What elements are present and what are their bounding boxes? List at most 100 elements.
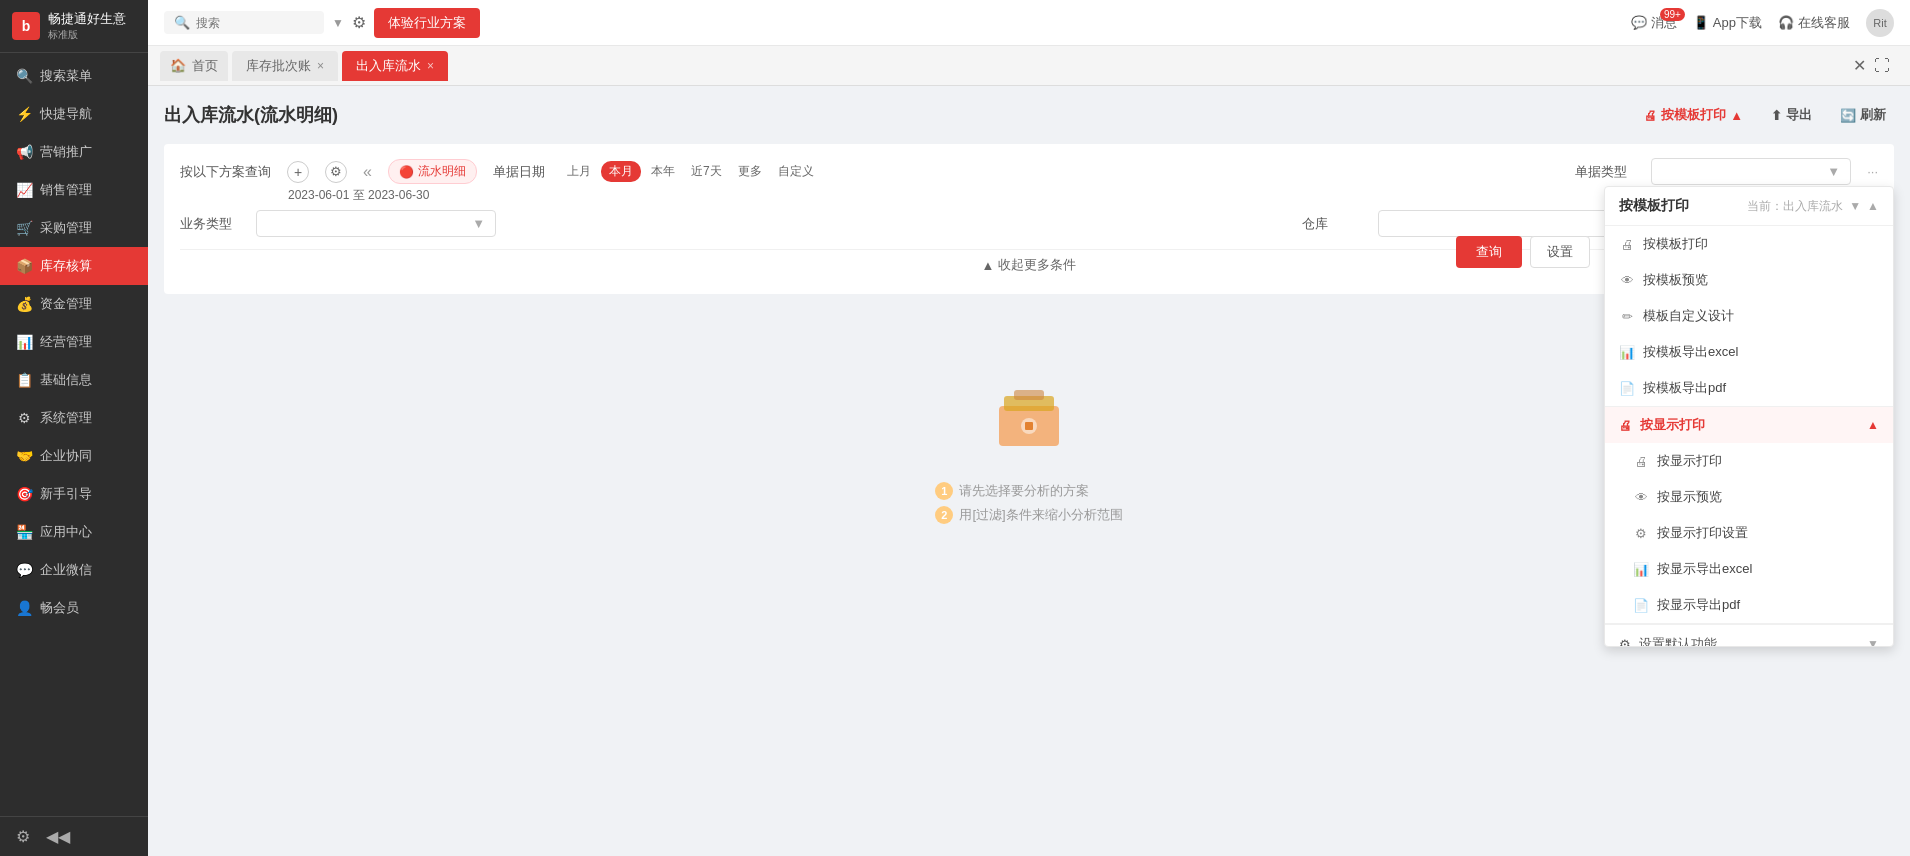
date-btn-last-month[interactable]: 上月 — [561, 161, 597, 182]
template-export-excel-item[interactable]: 📊 按模板导出excel — [1605, 334, 1893, 370]
empty-hint-2: 2 用[过滤]条件来缩小分析范围 — [935, 506, 1122, 524]
search-input[interactable] — [196, 16, 296, 30]
collapse-icon[interactable]: ◀◀ — [46, 827, 70, 846]
sidebar-item-marketing[interactable]: 📢 营销推广 — [0, 133, 148, 171]
search-icon: 🔍 — [174, 15, 190, 30]
tab-batch-account[interactable]: 库存批次账 × — [232, 51, 338, 81]
type-more-btn[interactable]: ··· — [1867, 164, 1878, 179]
maximize-icon[interactable]: ⛶ — [1874, 57, 1890, 75]
filter-add-button[interactable]: + — [287, 161, 309, 183]
messages-badge: 99+ — [1660, 8, 1685, 21]
export-label: 导出 — [1786, 106, 1812, 124]
brand-name: 畅捷通好生意 — [48, 10, 126, 28]
print-template-btn[interactable]: 🖨 按模板打印 ▲ — [1636, 102, 1751, 128]
settings-button[interactable]: 设置 — [1530, 236, 1590, 268]
dropdown-footer-arrow: ▼ — [1867, 637, 1879, 646]
sidebar-item-guide[interactable]: 🎯 新手引导 — [0, 475, 148, 513]
filter-setting-button[interactable]: ⚙ — [325, 161, 347, 183]
display-section-header-label: 按显示打印 — [1640, 416, 1705, 434]
template-custom-label: 模板自定义设计 — [1643, 307, 1734, 325]
display-section-header[interactable]: 🖨 按显示打印 ▲ — [1605, 407, 1893, 443]
query-button[interactable]: 查询 — [1456, 236, 1522, 268]
date-btn-more[interactable]: 更多 — [732, 161, 768, 182]
tab-flow-label: 出入库流水 — [356, 57, 421, 75]
sidebar-label-purchase: 采购管理 — [40, 219, 92, 237]
settings-icon[interactable]: ⚙ — [16, 827, 30, 846]
type-select[interactable]: ▼ — [1651, 158, 1851, 185]
sidebar-item-wechat[interactable]: 💬 企业微信 — [0, 551, 148, 589]
sidebar-logo: b 畅捷通好生意 标准版 — [0, 0, 148, 53]
customer-service-btn[interactable]: 🎧 在线客服 — [1778, 14, 1850, 32]
sidebar-icon-appstore: 🏪 — [16, 524, 32, 540]
close-window-icon[interactable]: ✕ — [1853, 56, 1866, 75]
topbar-gear-icon[interactable]: ⚙ — [352, 13, 366, 32]
filter-tag-icon: 🔴 — [399, 165, 414, 179]
export-btn[interactable]: ⬆ 导出 — [1763, 102, 1820, 128]
headset-icon: 🎧 — [1778, 15, 1794, 30]
date-btn-custom[interactable]: 自定义 — [772, 161, 820, 182]
tab-home[interactable]: 🏠 首页 — [160, 51, 228, 81]
download-icon: 📱 — [1693, 15, 1709, 30]
dropdown-title: 按模板打印 — [1619, 197, 1689, 215]
customer-service-label: 在线客服 — [1798, 14, 1850, 32]
settings-default-icon: ⚙ — [1619, 637, 1631, 647]
date-btn-this-year[interactable]: 本年 — [645, 161, 681, 182]
refresh-btn[interactable]: 🔄 刷新 — [1832, 102, 1894, 128]
sidebar-item-quick-nav[interactable]: ⚡ 快捷导航 — [0, 95, 148, 133]
sidebar-icon-collab: 🤝 — [16, 448, 32, 464]
tab-flow[interactable]: 出入库流水 × — [342, 51, 448, 81]
user-avatar[interactable]: Rit — [1866, 9, 1894, 37]
sidebar-item-operations[interactable]: 📊 经营管理 — [0, 323, 148, 361]
messages-btn[interactable]: 💬 消息 99+ — [1631, 14, 1677, 32]
search-dropdown-icon[interactable]: ▼ — [332, 16, 344, 30]
display-preview-item[interactable]: 👁 按显示预览 — [1605, 479, 1893, 515]
sidebar-icon-marketing: 📢 — [16, 144, 32, 160]
display-export-excel-item[interactable]: 📊 按显示导出excel — [1605, 551, 1893, 587]
date-label: 单据日期 — [493, 163, 545, 181]
biz-type-label: 业务类型 — [180, 215, 240, 233]
sidebar-item-finance[interactable]: 💰 资金管理 — [0, 285, 148, 323]
collapse-label: 收起更多条件 — [998, 256, 1076, 274]
sidebar-item-member[interactable]: 👤 畅会员 — [0, 589, 148, 627]
empty-hints: 1 请先选择要分析的方案 2 用[过滤]条件来缩小分析范围 — [935, 482, 1122, 524]
biz-type-select[interactable]: ▼ — [256, 210, 496, 237]
sidebar-item-purchase[interactable]: 🛒 采购管理 — [0, 209, 148, 247]
display-print-settings-item[interactable]: ⚙ 按显示打印设置 — [1605, 515, 1893, 551]
sidebar-item-inventory[interactable]: 📦 库存核算 — [0, 247, 148, 285]
dropdown-header-arrow[interactable]: ▼ — [1849, 199, 1861, 213]
page-title-row: 出入库流水(流水明细) 🖨 按模板打印 ▲ ⬆ 导出 🔄 刷新 — [164, 102, 1894, 128]
sidebar-item-system[interactable]: ⚙ 系统管理 — [0, 399, 148, 437]
sidebar-item-collab[interactable]: 🤝 企业协同 — [0, 437, 148, 475]
sidebar-item-appstore[interactable]: 🏪 应用中心 — [0, 513, 148, 551]
filter-tag-item[interactable]: 🔴 流水明细 — [388, 159, 477, 184]
hint-2-text: 用[过滤]条件来缩小分析范围 — [959, 506, 1122, 524]
tab-flow-close[interactable]: × — [427, 59, 434, 73]
sidebar-label-inventory: 库存核算 — [40, 257, 92, 275]
template-print-item[interactable]: 🖨 按模板打印 — [1605, 226, 1893, 262]
filter-collapse-icon[interactable]: « — [363, 163, 372, 181]
empty-hint-1: 1 请先选择要分析的方案 — [935, 482, 1122, 500]
template-export-pdf-item[interactable]: 📄 按模板导出pdf — [1605, 370, 1893, 406]
display-print-settings-label: 按显示打印设置 — [1657, 524, 1748, 542]
date-btn-7days[interactable]: 近7天 — [685, 161, 728, 182]
sidebar-label-sales: 销售管理 — [40, 181, 92, 199]
topbar-search-box[interactable]: 🔍 — [164, 11, 324, 34]
date-btn-this-month[interactable]: 本月 — [601, 161, 641, 182]
template-preview-item[interactable]: 👁 按模板预览 — [1605, 262, 1893, 298]
tab-batch-account-close[interactable]: × — [317, 59, 324, 73]
content-area: 出入库流水(流水明细) 🖨 按模板打印 ▲ ⬆ 导出 🔄 刷新 — [148, 86, 1910, 856]
trial-button[interactable]: 体验行业方案 — [374, 8, 480, 38]
template-custom-item[interactable]: ✏ 模板自定义设计 — [1605, 298, 1893, 334]
sidebar-item-search[interactable]: 🔍 搜索菜单 — [0, 57, 148, 95]
sidebar-item-basic[interactable]: 📋 基础信息 — [0, 361, 148, 399]
display-print-item[interactable]: 🖨 按显示打印 — [1605, 443, 1893, 479]
dropdown-footer[interactable]: ⚙ 设置默认功能 ▼ — [1605, 624, 1893, 646]
scroll-up-icon[interactable]: ▲ — [1867, 199, 1879, 213]
display-export-pdf-item[interactable]: 📄 按显示导出pdf — [1605, 587, 1893, 623]
window-controls: ✕ ⛶ — [1845, 46, 1898, 86]
display-print-icon: 🖨 — [1633, 453, 1649, 469]
display-section-chevron[interactable]: ▲ — [1867, 418, 1879, 432]
app-download-btn[interactable]: 📱 App下载 — [1693, 14, 1762, 32]
dropdown-panel-body: 🖨 按模板打印 👁 按模板预览 ✏ 模板自定义设计 📊 按模板导出excel — [1605, 226, 1893, 646]
sidebar-item-sales[interactable]: 📈 销售管理 — [0, 171, 148, 209]
